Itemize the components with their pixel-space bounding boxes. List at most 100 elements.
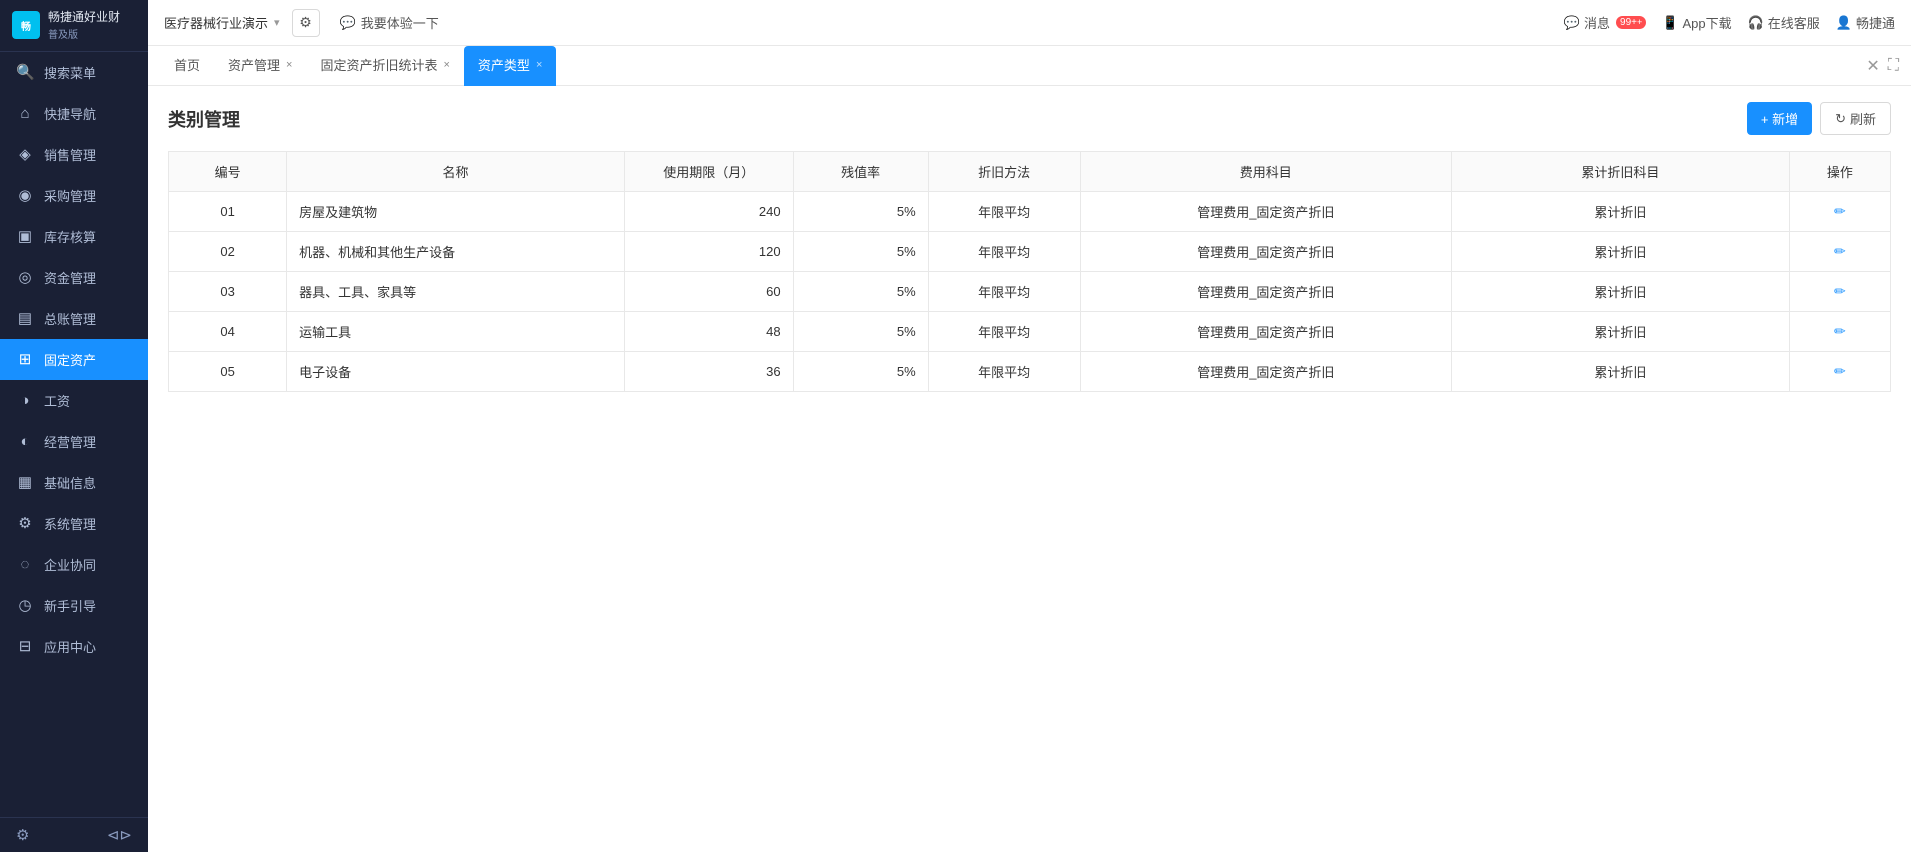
refresh-icon: ↻: [1835, 111, 1846, 127]
sidebar-item-label: 库存核算: [44, 227, 96, 246]
tab-asset-type[interactable]: 资产类型 ×: [464, 46, 556, 86]
cell-accum: 累计折旧: [1452, 312, 1790, 352]
table-row: 04运输工具485%年限平均管理费用_固定资产折旧累计折旧✏: [169, 312, 1891, 352]
table-row: 01房屋及建筑物2405%年限平均管理费用_固定资产折旧累计折旧✏: [169, 192, 1891, 232]
edit-button-icon[interactable]: ✏: [1834, 323, 1846, 339]
cell-id: 02: [169, 232, 287, 272]
online-service-button[interactable]: 🎧 在线客服: [1748, 13, 1820, 32]
cell-period: 60: [624, 272, 793, 312]
search-icon: 🔍: [16, 63, 34, 81]
sidebar-item-quick-nav[interactable]: ⌂ 快捷导航: [0, 93, 148, 134]
page-actions: + 新增 ↻ 刷新: [1747, 102, 1891, 135]
asset-type-table: 编号 名称 使用期限（月） 残值率 折旧方法 费用科目 累计折旧科目 操作 01…: [168, 151, 1891, 392]
col-header-accum: 累计折旧科目: [1452, 152, 1790, 192]
edit-button[interactable]: ✏: [1789, 192, 1890, 232]
sidebar-item-payroll[interactable]: ◑ 工资: [0, 380, 148, 421]
sidebar-item-search[interactable]: 🔍 搜索菜单: [0, 52, 148, 93]
avatar-icon: 👤: [1836, 15, 1852, 31]
edit-button[interactable]: ✏: [1789, 312, 1890, 352]
cell-id: 04: [169, 312, 287, 352]
message-icon: 💬: [1564, 15, 1580, 31]
col-header-name: 名称: [287, 152, 625, 192]
cell-residual: 5%: [793, 352, 928, 392]
tab-home[interactable]: 首页: [160, 46, 214, 86]
cell-id: 03: [169, 272, 287, 312]
edit-button[interactable]: ✏: [1789, 352, 1890, 392]
cell-period: 240: [624, 192, 793, 232]
sidebar-item-label: 基础信息: [44, 473, 96, 492]
sidebar-item-label: 固定资产: [44, 350, 96, 369]
chat-icon: 💬: [340, 15, 356, 31]
cell-accum: 累计折旧: [1452, 232, 1790, 272]
enterprise-icon: ◌: [16, 556, 34, 573]
cell-name: 机器、机械和其他生产设备: [287, 232, 625, 272]
sidebar-item-fixed-assets[interactable]: ⊞ 固定资产: [0, 339, 148, 380]
edit-button[interactable]: ✏: [1789, 232, 1890, 272]
cell-period: 120: [624, 232, 793, 272]
payroll-icon: ◑: [16, 392, 34, 409]
experience-button[interactable]: 💬 我要体验一下: [340, 13, 439, 32]
base-info-icon: ▦: [16, 473, 34, 491]
message-button[interactable]: 💬 消息 99++: [1564, 13, 1646, 32]
sidebar-item-guide[interactable]: ◷ 新手引导: [0, 585, 148, 626]
app-name-block: 畅捷通好业财 普及版: [48, 10, 120, 41]
fixed-assets-icon: ⊞: [16, 350, 34, 368]
sidebar-item-label: 搜索菜单: [44, 63, 96, 82]
edit-button[interactable]: ✏: [1789, 272, 1890, 312]
page-title: 类别管理: [168, 106, 240, 132]
cell-residual: 5%: [793, 272, 928, 312]
sidebar-item-app-center[interactable]: ⊟ 应用中心: [0, 626, 148, 667]
sidebar-item-label: 经营管理: [44, 432, 96, 451]
refresh-button[interactable]: ↻ 刷新: [1820, 102, 1891, 135]
app-logo-icon: 畅: [12, 11, 40, 39]
settings-bottom-icon[interactable]: ⚙: [16, 826, 29, 844]
sidebar-item-label: 企业协同: [44, 555, 96, 574]
tab-asset-mgmt-close[interactable]: ×: [286, 59, 292, 71]
tab-asset-type-close[interactable]: ×: [536, 59, 542, 71]
tab-depreciation-table[interactable]: 固定资产折旧统计表 ×: [306, 46, 463, 86]
sidebar-item-inventory[interactable]: ▣ 库存核算: [0, 216, 148, 257]
edit-button-icon[interactable]: ✏: [1834, 283, 1846, 299]
edit-button-icon[interactable]: ✏: [1834, 243, 1846, 259]
cell-id: 05: [169, 352, 287, 392]
sidebar-item-ledger[interactable]: ▤ 总账管理: [0, 298, 148, 339]
col-header-id: 编号: [169, 152, 287, 192]
topbar-right: 💬 消息 99++ 📱 App下载 🎧 在线客服 👤 畅捷通: [1564, 13, 1895, 32]
topbar-settings-button[interactable]: ⚙: [292, 9, 320, 37]
user-profile-button[interactable]: 👤 畅捷通: [1836, 13, 1895, 32]
cell-expense: 管理费用_固定资产折旧: [1080, 352, 1451, 392]
sidebar-nav: 🔍 搜索菜单 ⌂ 快捷导航 ◈ 销售管理 ◉ 采购管理 ▣ 库存核算 ◎ 资金管…: [0, 52, 148, 817]
window-close-button[interactable]: ✕: [1866, 56, 1879, 76]
sidebar-item-label: 采购管理: [44, 186, 96, 205]
new-button[interactable]: + 新增: [1747, 102, 1812, 135]
sidebar-item-system[interactable]: ⚙ 系统管理: [0, 503, 148, 544]
gear-icon: ⚙: [299, 14, 312, 31]
main-area: 医疗器械行业演示 ▾ ⚙ 💬 我要体验一下 💬 消息 99++ 📱 App下载 …: [148, 0, 1911, 852]
sidebar-item-enterprise[interactable]: ◌ 企业协同: [0, 544, 148, 585]
system-icon: ⚙: [16, 514, 34, 532]
industry-selector[interactable]: 医疗器械行业演示 ▾: [164, 13, 280, 32]
sidebar-item-base-info[interactable]: ▦ 基础信息: [0, 462, 148, 503]
cell-method: 年限平均: [928, 312, 1080, 352]
sidebar-item-finance[interactable]: ◎ 资金管理: [0, 257, 148, 298]
cell-expense: 管理费用_固定资产折旧: [1080, 272, 1451, 312]
collapse-icon[interactable]: ⊲⊳: [107, 826, 132, 844]
content-area: 类别管理 + 新增 ↻ 刷新 编号 名称 使用期限（月） 残值率 折旧方法 费用…: [148, 86, 1911, 852]
sidebar-item-purchase[interactable]: ◉ 采购管理: [0, 175, 148, 216]
window-maximize-button[interactable]: ⛶: [1888, 57, 1899, 75]
sidebar-item-label: 工资: [44, 391, 70, 410]
sidebar-item-sales[interactable]: ◈ 销售管理: [0, 134, 148, 175]
edit-button-icon[interactable]: ✏: [1834, 363, 1846, 379]
user-label: 畅捷通: [1856, 13, 1895, 32]
app-download-button[interactable]: 📱 App下载: [1662, 13, 1731, 32]
tab-asset-mgmt[interactable]: 资产管理 ×: [214, 46, 306, 86]
tab-home-label: 首页: [174, 55, 200, 74]
sidebar-item-label: 新手引导: [44, 596, 96, 615]
sidebar-item-label: 资金管理: [44, 268, 96, 287]
edit-button-icon[interactable]: ✏: [1834, 203, 1846, 219]
cell-method: 年限平均: [928, 232, 1080, 272]
sidebar-item-operations[interactable]: ◐ 经营管理: [0, 421, 148, 462]
message-label: 消息: [1584, 13, 1610, 32]
tab-depreciation-close[interactable]: ×: [443, 59, 449, 71]
table-row: 05电子设备365%年限平均管理费用_固定资产折旧累计折旧✏: [169, 352, 1891, 392]
